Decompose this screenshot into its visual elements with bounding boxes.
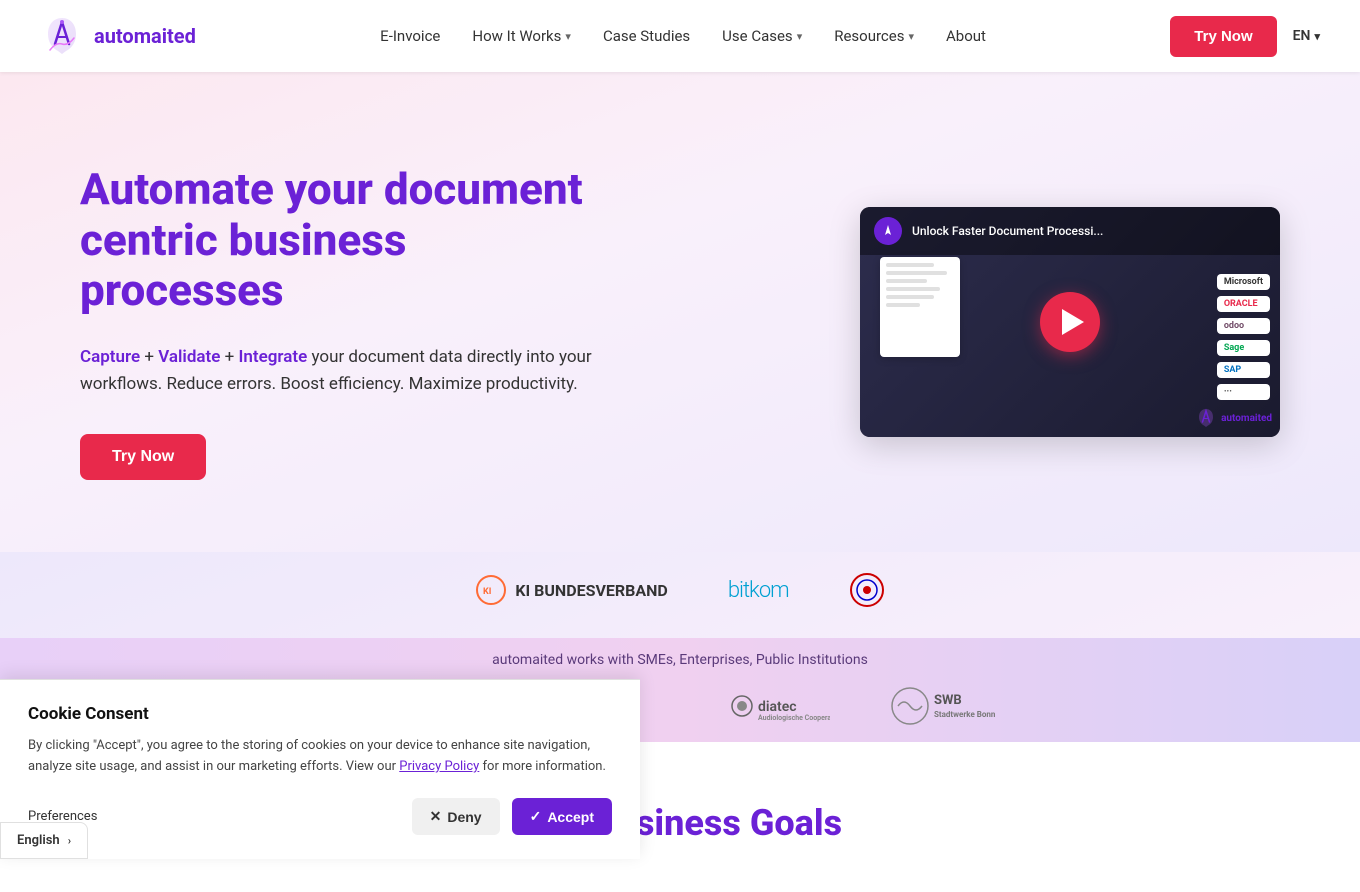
privacy-policy-link[interactable]: Privacy Policy	[399, 759, 479, 774]
accept-icon: ✓	[530, 808, 542, 825]
integration-more: ···	[1217, 384, 1270, 400]
integration-microsoft: Microsoft	[1217, 274, 1270, 290]
cookie-banner: Cookie Consent By clicking "Accept", you…	[0, 679, 640, 859]
nav-e-invoice[interactable]: E-Invoice	[380, 27, 440, 45]
svg-text:Stadtwerke Bonn: Stadtwerke Bonn	[934, 710, 996, 719]
keyword-integrate: Integrate	[239, 347, 308, 367]
hero-section: Automate your document centric business …	[0, 72, 1360, 552]
nav-how-it-works[interactable]: How It Works ▾	[472, 27, 571, 45]
hero-video[interactable]: Microsoft ORACLE odoo Sage SAP ··· Unloc…	[860, 207, 1280, 437]
svg-text:diatec: diatec	[758, 699, 797, 715]
company-diatec: diatec Audiologische Cooperativa	[730, 684, 830, 728]
integration-sap: SAP	[1217, 362, 1270, 378]
video-title: Unlock Faster Document Processi...	[912, 224, 1103, 238]
bitkom-label: bitkom	[728, 578, 789, 603]
hero-subtitle: Capture + Validate + Integrate your docu…	[80, 344, 600, 398]
partner-3	[849, 572, 885, 608]
accept-button[interactable]: ✓ Accept	[512, 798, 612, 835]
svg-text:KI: KI	[483, 587, 491, 597]
language-selector[interactable]: EN ▾	[1293, 28, 1320, 44]
partners-section: KI KI BUNDESVERBAND bitkom	[0, 552, 1360, 638]
nav-about[interactable]: About	[946, 27, 986, 45]
deny-button[interactable]: ✕ Deny	[412, 798, 500, 835]
nav-use-cases[interactable]: Use Cases ▾	[722, 27, 802, 45]
partner-ki-bundesverband: KI KI BUNDESVERBAND	[475, 574, 667, 606]
video-brand: automaited	[1195, 407, 1272, 429]
partner-bitkom: bitkom	[728, 578, 789, 603]
companies-subtitle: automaited works with SMEs, Enterprises,…	[0, 652, 1360, 668]
navbar: automaited E-Invoice How It Works ▾ Case…	[0, 0, 1360, 72]
svg-text:SWB: SWB	[934, 693, 962, 708]
chevron-down-icon: ▾	[1314, 30, 1320, 43]
nav-links: E-Invoice How It Works ▾ Case Studies Us…	[380, 27, 986, 45]
chevron-down-icon: ▾	[797, 30, 803, 43]
nav-case-studies[interactable]: Case Studies	[603, 27, 690, 45]
brand-name: automaited	[94, 24, 196, 48]
cookie-actions: Preferences ✕ Deny ✓ Accept	[28, 798, 612, 835]
hero-title: Automate your document centric business …	[80, 164, 600, 316]
integration-odoo: odoo	[1217, 318, 1270, 334]
language-label: EN	[1293, 28, 1311, 44]
keyword-capture: Capture	[80, 347, 140, 367]
try-now-hero-button[interactable]: Try Now	[80, 434, 206, 480]
video-logo	[874, 217, 902, 245]
video-document	[880, 257, 960, 357]
logo[interactable]: automaited	[40, 14, 196, 58]
chevron-down-icon: ▾	[565, 30, 571, 43]
video-header: Unlock Faster Document Processi...	[860, 207, 1280, 255]
language-badge[interactable]: English ›	[0, 822, 88, 859]
nav-resources[interactable]: Resources ▾	[834, 27, 914, 45]
nav-right: Try Now EN ▾	[1170, 16, 1320, 57]
hero-content: Automate your document centric business …	[80, 164, 600, 480]
partner3-icon	[849, 572, 885, 608]
video-thumbnail: Microsoft ORACLE odoo Sage SAP ··· Unloc…	[860, 207, 1280, 437]
chevron-right-icon: ›	[68, 834, 71, 847]
svg-text:Audiologische Cooperativa: Audiologische Cooperativa	[758, 714, 830, 722]
video-play-button[interactable]	[1040, 292, 1100, 352]
integration-oracle: ORACLE	[1217, 296, 1270, 312]
cookie-text: By clicking "Accept", you agree to the s…	[28, 736, 612, 778]
ki-bundesverband-label: KI BUNDESVERBAND	[515, 581, 667, 600]
video-brand-icon	[1195, 407, 1217, 429]
language-badge-label: English	[17, 833, 60, 848]
keyword-validate: Validate	[158, 347, 220, 367]
ki-bundesverband-icon: KI	[475, 574, 507, 606]
video-integrations: Microsoft ORACLE odoo Sage SAP ···	[1217, 247, 1270, 427]
try-now-nav-button[interactable]: Try Now	[1170, 16, 1276, 57]
company-swb: SWB Stadtwerke Bonn	[890, 684, 1030, 728]
cookie-title: Cookie Consent	[28, 704, 612, 724]
integration-sage: Sage	[1217, 340, 1270, 356]
logo-icon	[40, 14, 84, 58]
chevron-down-icon: ▾	[908, 30, 914, 43]
deny-icon: ✕	[430, 808, 442, 825]
